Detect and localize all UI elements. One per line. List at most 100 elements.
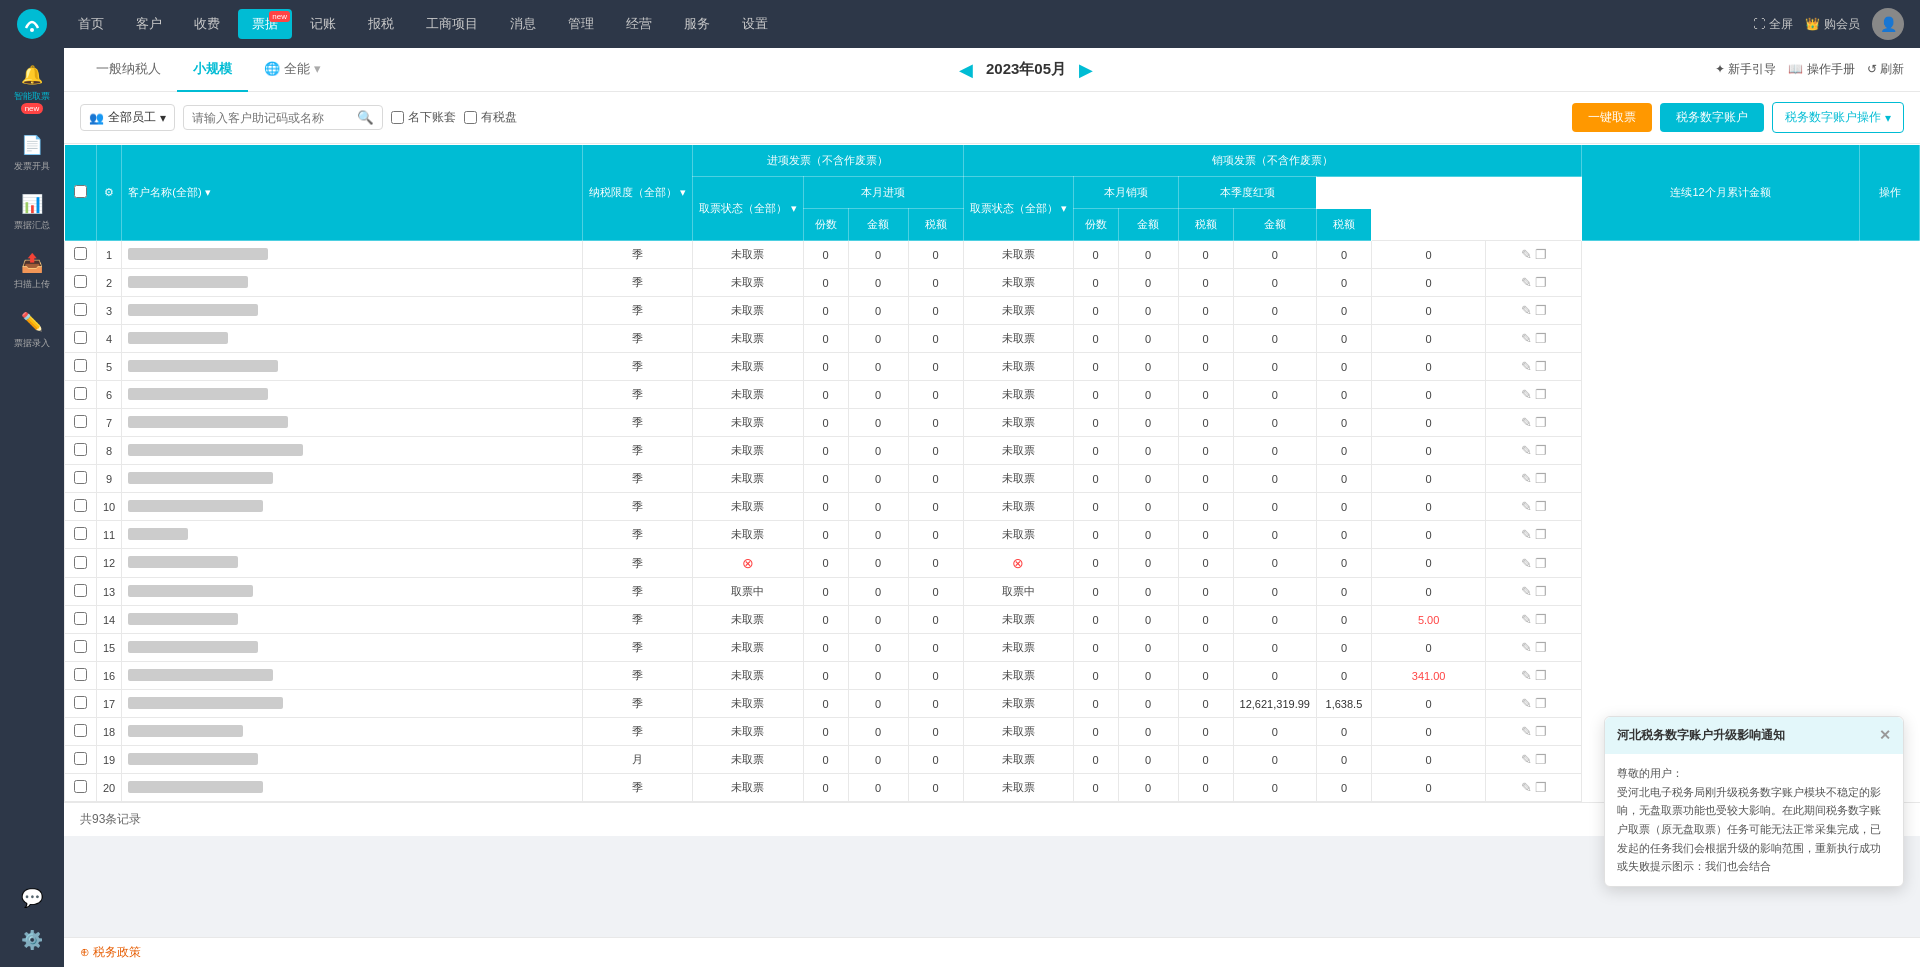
- copy-icon[interactable]: ❐: [1535, 415, 1547, 430]
- copy-icon[interactable]: ❐: [1535, 443, 1547, 458]
- copy-icon[interactable]: ❐: [1535, 303, 1547, 318]
- row-checkbox[interactable]: [74, 331, 87, 344]
- th-client-name[interactable]: 客户名称(全部) ▾: [122, 145, 583, 241]
- edit-icon[interactable]: ✎: [1521, 275, 1532, 290]
- copy-icon[interactable]: ❐: [1535, 275, 1547, 290]
- one-click-ticket-btn[interactable]: 一键取票: [1572, 103, 1652, 132]
- nav-tax[interactable]: 报税: [354, 9, 408, 39]
- edit-icon[interactable]: ✎: [1521, 640, 1532, 655]
- row-checkbox[interactable]: [74, 247, 87, 260]
- edit-icon[interactable]: ✎: [1521, 415, 1532, 430]
- checkbox-tax-label[interactable]: 有税盘: [464, 109, 517, 126]
- edit-icon[interactable]: ✎: [1521, 303, 1532, 318]
- nav-business[interactable]: 工商项目: [412, 9, 492, 39]
- copy-icon[interactable]: ❐: [1535, 359, 1547, 374]
- new-guide-btn[interactable]: ✦ 新手引导: [1715, 61, 1776, 78]
- row-checkbox[interactable]: [74, 275, 87, 288]
- copy-icon[interactable]: ❐: [1535, 752, 1547, 767]
- edit-icon[interactable]: ✎: [1521, 499, 1532, 514]
- edit-icon[interactable]: ✎: [1521, 668, 1532, 683]
- copy-icon[interactable]: ❐: [1535, 499, 1547, 514]
- row-checkbox[interactable]: [74, 359, 87, 372]
- nav-home[interactable]: 首页: [64, 9, 118, 39]
- copy-icon[interactable]: ❐: [1535, 527, 1547, 542]
- copy-icon[interactable]: ❐: [1535, 612, 1547, 627]
- copy-icon[interactable]: ❐: [1535, 668, 1547, 683]
- th-in-status[interactable]: 取票状态（全部） ▾: [693, 177, 803, 241]
- sidebar-item-smart-ticket[interactable]: 🔔 智能取票 new: [4, 56, 60, 122]
- row-checkbox[interactable]: [74, 303, 87, 316]
- edit-icon[interactable]: ✎: [1521, 471, 1532, 486]
- checkbox-account[interactable]: [391, 111, 404, 124]
- avatar[interactable]: 👤: [1872, 8, 1904, 40]
- copy-icon[interactable]: ❐: [1535, 556, 1547, 571]
- nav-settings[interactable]: 设置: [728, 9, 782, 39]
- employee-select[interactable]: 👥 全部员工 ▾: [80, 104, 175, 131]
- period-prev-btn[interactable]: ◀: [954, 58, 978, 82]
- copy-icon[interactable]: ❐: [1535, 247, 1547, 262]
- edit-icon[interactable]: ✎: [1521, 696, 1532, 711]
- row-checkbox[interactable]: [74, 724, 87, 737]
- row-checkbox[interactable]: [74, 387, 87, 400]
- row-checkbox[interactable]: [74, 752, 87, 765]
- copy-icon[interactable]: ❐: [1535, 724, 1547, 739]
- edit-icon[interactable]: ✎: [1521, 443, 1532, 458]
- nav-billing[interactable]: 收费: [180, 9, 234, 39]
- checkbox-tax[interactable]: [464, 111, 477, 124]
- edit-icon[interactable]: ✎: [1521, 387, 1532, 402]
- refresh-btn[interactable]: ↺ 刷新: [1867, 61, 1904, 78]
- edit-icon[interactable]: ✎: [1521, 331, 1532, 346]
- row-checkbox[interactable]: [74, 584, 87, 597]
- row-checkbox[interactable]: [74, 640, 87, 653]
- search-input[interactable]: [192, 111, 353, 125]
- notification-close-btn[interactable]: ✕: [1879, 727, 1891, 743]
- copy-icon[interactable]: ❐: [1535, 471, 1547, 486]
- manual-btn[interactable]: 📖 操作手册: [1788, 61, 1854, 78]
- tab-small-scale[interactable]: 小规模: [177, 48, 248, 92]
- copy-icon[interactable]: ❐: [1535, 331, 1547, 346]
- nav-manage[interactable]: 管理: [554, 9, 608, 39]
- edit-icon[interactable]: ✎: [1521, 247, 1532, 262]
- copy-icon[interactable]: ❐: [1535, 387, 1547, 402]
- nav-bookkeeping[interactable]: 记账: [296, 9, 350, 39]
- select-all-checkbox[interactable]: [74, 185, 87, 198]
- tab-all-ability[interactable]: 🌐 全能 ▾: [248, 48, 337, 92]
- nav-invoice[interactable]: 票据 new: [238, 9, 292, 39]
- sidebar-item-invoice-summary[interactable]: 📊 票据汇总: [4, 185, 60, 240]
- edit-icon[interactable]: ✎: [1521, 359, 1532, 374]
- edit-icon[interactable]: ✎: [1521, 780, 1532, 795]
- copy-icon[interactable]: ❐: [1535, 584, 1547, 599]
- row-checkbox[interactable]: [74, 499, 87, 512]
- nav-client[interactable]: 客户: [122, 9, 176, 39]
- copy-icon[interactable]: ❐: [1535, 640, 1547, 655]
- row-checkbox[interactable]: [74, 443, 87, 456]
- period-next-btn[interactable]: ▶: [1074, 58, 1098, 82]
- fullscreen-btn[interactable]: ⛶ 全屏: [1753, 16, 1793, 33]
- row-checkbox[interactable]: [74, 415, 87, 428]
- sidebar-item-chat[interactable]: 💬: [4, 879, 60, 917]
- nav-service[interactable]: 服务: [670, 9, 724, 39]
- checkbox-account-label[interactable]: 名下账套: [391, 109, 456, 126]
- th-quota[interactable]: 纳税限度（全部） ▾: [583, 145, 693, 241]
- edit-icon[interactable]: ✎: [1521, 752, 1532, 767]
- row-checkbox[interactable]: [74, 471, 87, 484]
- row-checkbox[interactable]: [74, 556, 87, 569]
- edit-icon[interactable]: ✎: [1521, 724, 1532, 739]
- search-btn[interactable]: 🔍: [357, 110, 374, 125]
- edit-icon[interactable]: ✎: [1521, 612, 1532, 627]
- edit-icon[interactable]: ✎: [1521, 584, 1532, 599]
- sidebar-item-invoice-entry[interactable]: ✏️ 票据录入: [4, 303, 60, 358]
- nav-message[interactable]: 消息: [496, 9, 550, 39]
- row-checkbox[interactable]: [74, 780, 87, 793]
- th-out-status[interactable]: 取票状态（全部） ▾: [963, 177, 1073, 241]
- tab-general-taxpayer[interactable]: 一般纳税人: [80, 48, 177, 92]
- copy-icon[interactable]: ❐: [1535, 696, 1547, 711]
- row-checkbox[interactable]: [74, 668, 87, 681]
- digital-tax-account-btn[interactable]: 税务数字账户: [1660, 103, 1764, 132]
- sidebar-item-scan-upload[interactable]: 📤 扫描上传: [4, 244, 60, 299]
- digital-tax-ops-btn[interactable]: 税务数字账户操作 ▾: [1772, 102, 1904, 133]
- row-checkbox[interactable]: [74, 612, 87, 625]
- nav-operation[interactable]: 经营: [612, 9, 666, 39]
- row-checkbox[interactable]: [74, 696, 87, 709]
- sidebar-item-invoice-open[interactable]: 📄 发票开具: [4, 126, 60, 181]
